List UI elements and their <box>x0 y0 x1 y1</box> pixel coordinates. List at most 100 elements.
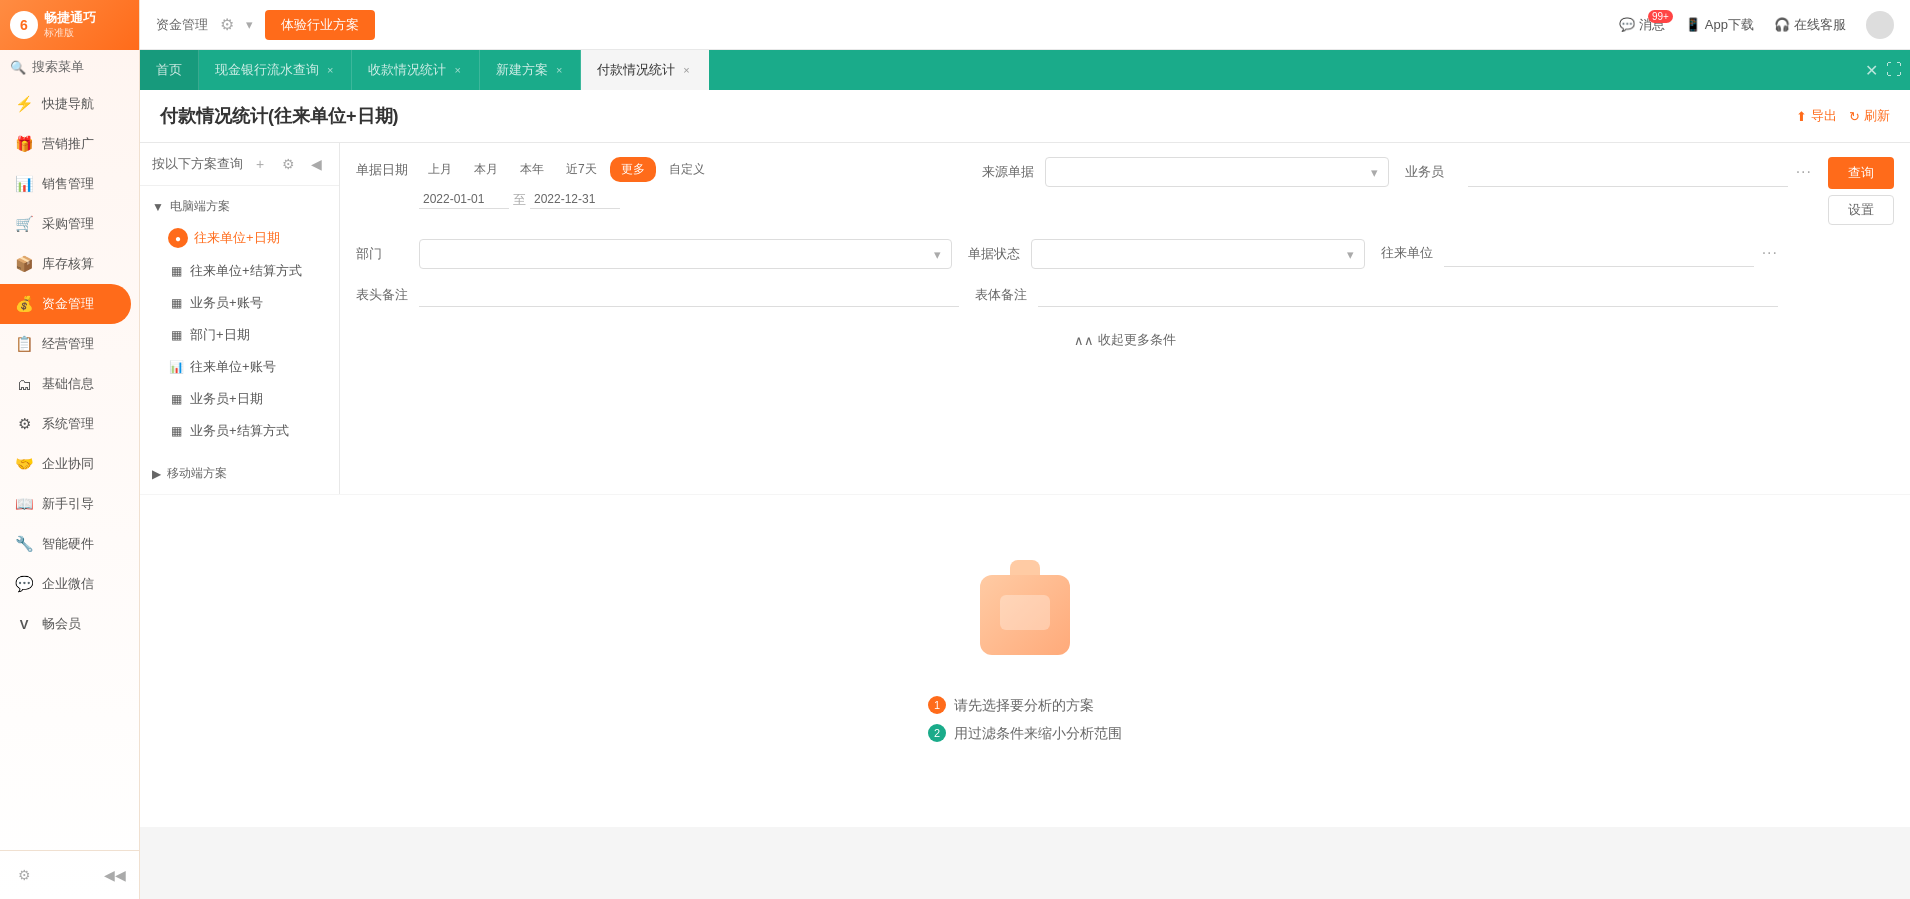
sidebar-item-basic-info[interactable]: 🗂 基础信息 <box>0 364 139 404</box>
sidebar-settings-btn[interactable]: ⚙ <box>10 861 38 889</box>
sidebar-item-purchase[interactable]: 🛒 采购管理 <box>0 204 139 244</box>
export-btn[interactable]: ⬆ 导出 <box>1796 107 1837 125</box>
sidebar-item-system[interactable]: ⚙ 系统管理 <box>0 404 139 444</box>
service-label: 在线客服 <box>1794 16 1846 34</box>
query-btn[interactable]: 查询 <box>1828 157 1894 189</box>
sidebar-item-label: 企业协同 <box>42 455 94 473</box>
message-btn[interactable]: 💬 消息 99+ <box>1619 16 1665 34</box>
tab-home[interactable]: 首页 <box>140 50 199 90</box>
settings-btn[interactable]: 设置 <box>1828 195 1894 225</box>
header-note-input[interactable] <box>419 283 959 307</box>
sidebar-item-label: 智能硬件 <box>42 535 94 553</box>
scheme-staff-date[interactable]: ▦ 业务员+日期 <box>140 383 339 415</box>
user-avatar[interactable] <box>1866 11 1894 39</box>
content-body: 按以下方案查询 + ⚙ ◀ ▼ 电脑端方案 ● 往来单位+日期 ▦ <box>140 143 1910 494</box>
search-menu[interactable]: 🔍 搜索菜单 <box>0 50 139 84</box>
logo-sub: 标准版 <box>44 26 96 40</box>
date-last-month-btn[interactable]: 上月 <box>419 157 461 182</box>
hint-text-1: 请先选择要分析的方案 <box>954 691 1094 719</box>
date-from-input[interactable] <box>419 190 509 209</box>
staff-dots-btn[interactable]: ··· <box>1796 163 1812 181</box>
active-scheme-icon: ● <box>168 228 188 248</box>
scheme-dept-date[interactable]: ▦ 部门+日期 <box>140 319 339 351</box>
tab-new-plan[interactable]: 新建方案 × <box>480 50 581 90</box>
scheme-staff-date-label: 业务员+日期 <box>190 390 263 408</box>
filter-area: 单据日期 上月 本月 本年 近7天 更多 自定义 <box>340 143 1910 494</box>
tab-home-label: 首页 <box>156 61 182 79</box>
date-filter: 单据日期 上月 本月 本年 近7天 更多 自定义 <box>356 157 966 209</box>
vendor-dots-btn[interactable]: ··· <box>1762 244 1778 262</box>
desktop-group-toggle[interactable]: ▼ 电脑端方案 <box>140 192 339 221</box>
export-icon: ⬆ <box>1796 109 1807 124</box>
header-chevron-icon[interactable]: ▾ <box>246 17 253 32</box>
date-custom-btn[interactable]: 自定义 <box>660 157 714 182</box>
tab-bank-flow[interactable]: 现金银行流水查询 × <box>199 50 352 90</box>
scheme-staff-account[interactable]: ▦ 业务员+账号 <box>140 287 339 319</box>
app-download-btn[interactable]: 📱 App下载 <box>1685 16 1754 34</box>
scheme-panel-header: 按以下方案查询 + ⚙ ◀ <box>140 143 339 186</box>
scheme-panel: 按以下方案查询 + ⚙ ◀ ▼ 电脑端方案 ● 往来单位+日期 ▦ <box>140 143 340 494</box>
message-icon: 💬 <box>1619 17 1635 32</box>
scheme-vendor-date[interactable]: ● 往来单位+日期 <box>140 221 339 255</box>
member-icon: V <box>14 614 34 634</box>
date-to-input[interactable] <box>530 190 620 209</box>
sidebar-item-label: 资金管理 <box>42 295 94 313</box>
sidebar-item-hardware[interactable]: 🔧 智能硬件 <box>0 524 139 564</box>
sidebar-item-sales[interactable]: 📊 销售管理 <box>0 164 139 204</box>
sidebar-item-wechat[interactable]: 💬 企业微信 <box>0 564 139 604</box>
date-last7-btn[interactable]: 近7天 <box>557 157 606 182</box>
empty-state: 1 请先选择要分析的方案 2 用过滤条件来缩小分析范围 <box>140 495 1910 827</box>
empty-illustration <box>965 575 1085 675</box>
empty-hint-2: 2 用过滤条件来缩小分析范围 <box>928 719 1122 747</box>
sidebar-item-quick-nav[interactable]: ⚡ 快捷导航 <box>0 84 139 124</box>
sidebar-item-member[interactable]: V 畅会员 <box>0 604 139 644</box>
date-this-year-btn[interactable]: 本年 <box>511 157 553 182</box>
robot-illustration <box>980 575 1070 655</box>
doc-status-select[interactable]: ▾ <box>1031 239 1365 269</box>
scheme-collapse-btn[interactable]: ◀ <box>305 153 327 175</box>
service-btn[interactable]: 🎧 在线客服 <box>1774 16 1846 34</box>
tab-close-all-btn[interactable]: ✕ <box>1865 61 1878 80</box>
source-label: 来源单据 <box>982 163 1037 181</box>
sidebar-item-label: 库存核算 <box>42 255 94 273</box>
tab-bank-flow-close[interactable]: × <box>325 63 335 77</box>
mobile-group-toggle[interactable]: ▶ 移动端方案 <box>140 459 339 488</box>
wechat-icon: 💬 <box>14 574 34 594</box>
sidebar-item-operations[interactable]: 📋 经营管理 <box>0 324 139 364</box>
staff-select[interactable] <box>1468 157 1788 187</box>
tab-bar: 首页 现金银行流水查询 × 收款情况统计 × 新建方案 × 付款情况统计 × ✕… <box>140 50 1910 90</box>
sidebar-item-marketing[interactable]: 🎁 营销推广 <box>0 124 139 164</box>
header-settings-icon[interactable]: ⚙ <box>220 15 234 34</box>
tab-receipt-stats[interactable]: 收款情况统计 × <box>352 50 479 90</box>
date-more-btn[interactable]: 更多 <box>610 157 656 182</box>
sidebar-item-finance[interactable]: 💰 资金管理 <box>0 284 131 324</box>
vendor-filter: 往来单位 ··· <box>1381 239 1778 267</box>
scheme-vendor-account[interactable]: 📊 往来单位+账号 <box>140 351 339 383</box>
chevron-down-icon: ▼ <box>152 200 164 214</box>
trial-btn[interactable]: 体验行业方案 <box>265 10 375 40</box>
date-range-input: 至 <box>419 190 620 209</box>
tab-payment-stats[interactable]: 付款情况统计 × <box>581 50 708 90</box>
source-chevron-icon: ▾ <box>1371 165 1378 180</box>
scheme-settings-btn[interactable]: ⚙ <box>277 153 299 175</box>
tab-payment-stats-close[interactable]: × <box>681 63 691 77</box>
sidebar-item-guide[interactable]: 📖 新手引导 <box>0 484 139 524</box>
refresh-btn[interactable]: ↻ 刷新 <box>1849 107 1890 125</box>
tab-receipt-stats-close[interactable]: × <box>452 63 462 77</box>
body-note-input[interactable] <box>1038 283 1778 307</box>
source-filter: 来源单据 ▾ <box>982 157 1389 187</box>
collapse-more-btn[interactable]: ∧∧ 收起更多条件 <box>356 321 1894 359</box>
scheme-add-btn[interactable]: + <box>249 153 271 175</box>
tab-bank-flow-label: 现金银行流水查询 <box>215 61 319 79</box>
dept-select[interactable]: ▾ <box>419 239 952 269</box>
date-this-month-btn[interactable]: 本月 <box>465 157 507 182</box>
tab-expand-btn[interactable]: ⛶ <box>1886 61 1902 79</box>
sidebar-item-cooperation[interactable]: 🤝 企业协同 <box>0 444 139 484</box>
scheme-staff-payment[interactable]: ▦ 业务员+结算方式 <box>140 415 339 447</box>
source-select[interactable]: ▾ <box>1045 157 1389 187</box>
sidebar-collapse-btn[interactable]: ◀◀ <box>101 861 129 889</box>
scheme-vendor-payment[interactable]: ▦ 往来单位+结算方式 <box>140 255 339 287</box>
tab-new-plan-close[interactable]: × <box>554 63 564 77</box>
search-icon: 🔍 <box>10 60 26 75</box>
sidebar-item-inventory[interactable]: 📦 库存核算 <box>0 244 139 284</box>
